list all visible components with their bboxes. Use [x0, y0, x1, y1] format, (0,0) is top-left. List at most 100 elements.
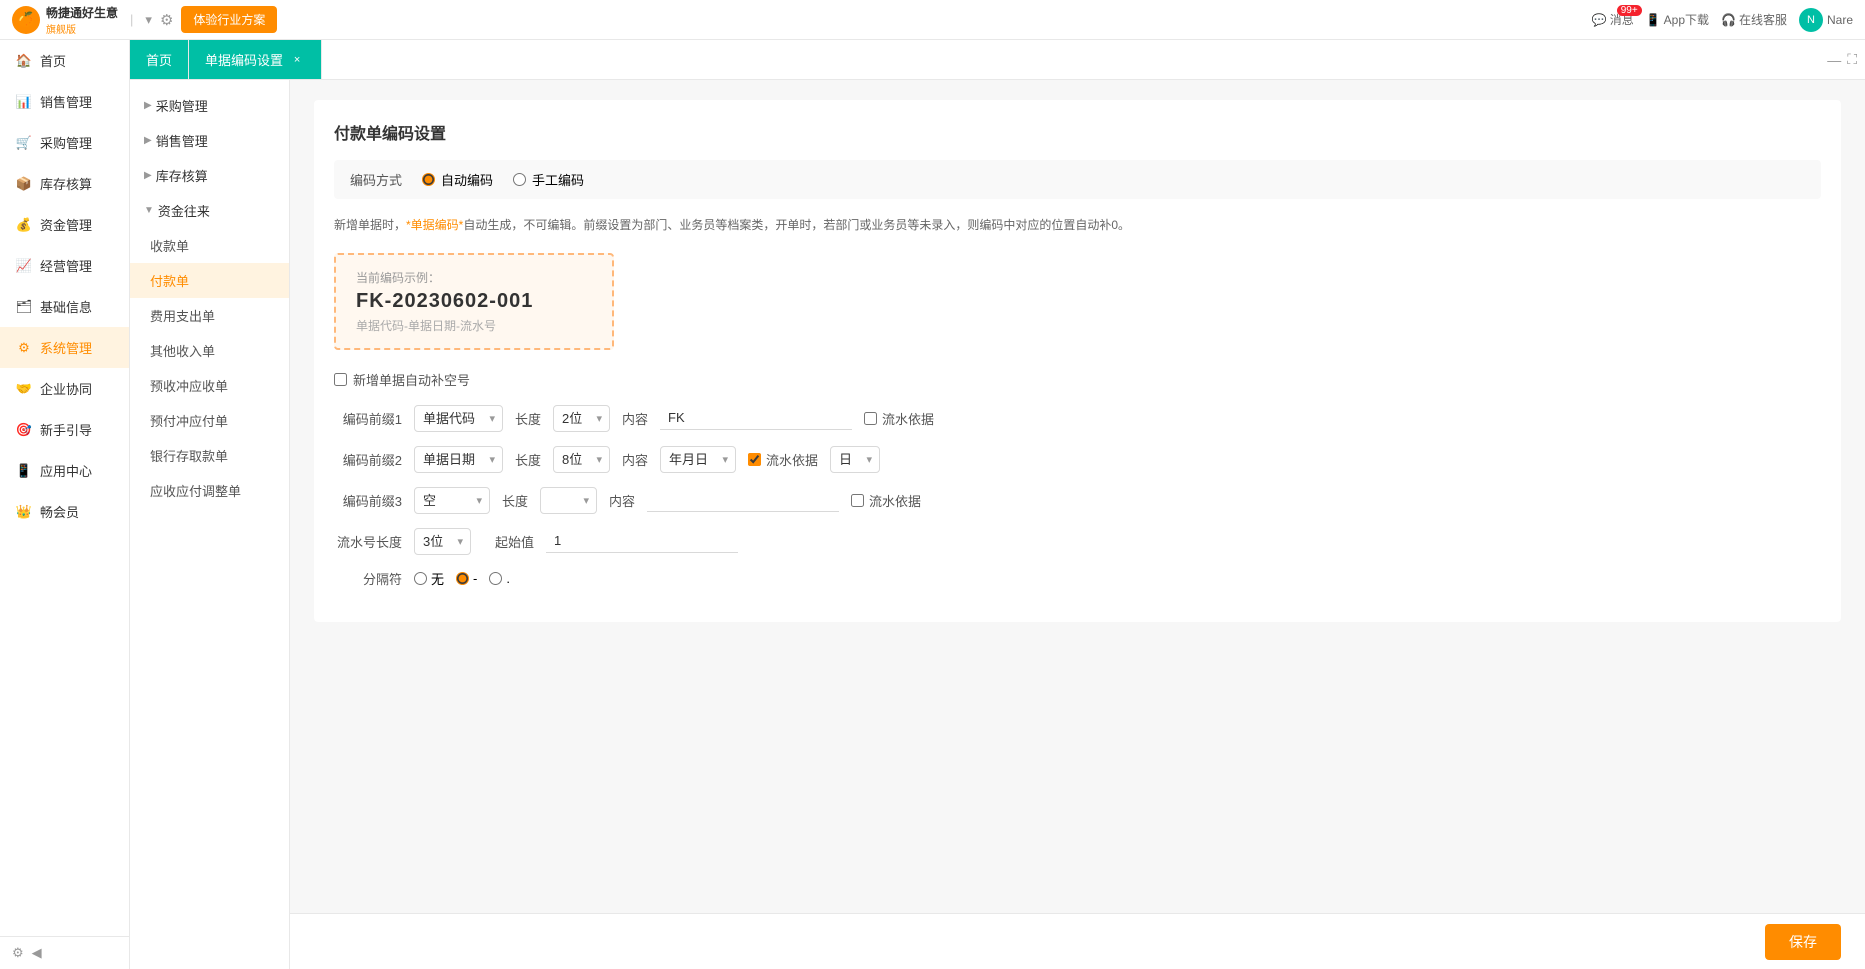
breadcrumb-arrow[interactable]: ▾: [145, 12, 152, 28]
tab-maximize-icon[interactable]: ⛶: [1847, 51, 1857, 68]
length3-select[interactable]: 2位 4位: [540, 487, 597, 514]
bottom-bar: 保存: [290, 913, 1865, 969]
content3-input[interactable]: [647, 488, 839, 512]
sub-item-adjustment[interactable]: 应收应付调整单: [130, 473, 289, 508]
auto-encode-radio[interactable]: 自动编码: [422, 170, 493, 189]
manual-encode-radio[interactable]: 手工编码: [513, 170, 584, 189]
serial1-checkbox-input[interactable]: [864, 412, 877, 425]
serial2-unit-select-input[interactable]: 日 月 年: [830, 446, 880, 473]
auto-fill-checkbox[interactable]: [334, 373, 347, 386]
tab-minimize-icon[interactable]: —: [1827, 52, 1841, 68]
sub-item-payment[interactable]: 付款单: [130, 263, 289, 298]
sidebar-item-member[interactable]: 👑 畅会员: [0, 491, 129, 532]
prefix2-select[interactable]: 单据日期 部门 业务员: [414, 446, 503, 473]
sidebar-label-cooperation: 企业协同: [40, 379, 92, 398]
tab-close-icon[interactable]: ×: [289, 52, 305, 68]
sub-menu-capital[interactable]: ▼ 资金往来: [130, 193, 289, 228]
sub-item-prepay-recv[interactable]: 预收冲应收单: [130, 368, 289, 403]
basic-icon: 🗂: [16, 299, 32, 315]
settings-icon[interactable]: ⚙: [160, 11, 173, 29]
sep-none-radio[interactable]: 无: [414, 569, 444, 588]
left-sidebar: 🏠 首页 📊 销售管理 🛒 采购管理 📦 库存核算 💰 资金管理 📈 经营管理 …: [0, 40, 130, 969]
tab-home-label: 首页: [146, 50, 172, 69]
content2-select[interactable]: 年月日 年月 年: [660, 446, 736, 473]
tab-code-settings[interactable]: 单据编码设置 ×: [189, 40, 322, 79]
sidebar-item-guide[interactable]: 🎯 新手引导: [0, 409, 129, 450]
sidebar-item-operations[interactable]: 📈 经营管理: [0, 245, 129, 286]
length2-select-input[interactable]: 8位 4位 6位: [553, 446, 610, 473]
experience-button[interactable]: 体验行业方案: [181, 6, 277, 33]
serial1-checkbox[interactable]: 流水依据: [864, 409, 934, 428]
sidebar-label-home: 首页: [40, 51, 66, 70]
sub-menu-inventory[interactable]: ▶ 库存核算: [130, 158, 289, 193]
content1-label: 内容: [622, 409, 648, 428]
sub-menu-sales[interactable]: ▶ 销售管理: [130, 123, 289, 158]
length1-select-input[interactable]: 2位 3位 4位: [553, 405, 610, 432]
sidebar-bottom: ⚙ ◀: [0, 936, 129, 969]
sub-item-expense[interactable]: 费用支出单: [130, 298, 289, 333]
sales-icon: 📊: [16, 94, 32, 110]
serial-len-select-input[interactable]: 3位 4位 5位: [414, 528, 471, 555]
settings-card: 付款单编码设置 编码方式 自动编码 手工编码: [314, 100, 1841, 622]
length1-select[interactable]: 2位 3位 4位: [553, 405, 610, 432]
sidebar-item-basic[interactable]: 🗂 基础信息: [0, 286, 129, 327]
collapse-icon[interactable]: ◀: [32, 945, 42, 961]
serial2-checkbox-input[interactable]: [748, 453, 761, 466]
app-download[interactable]: 📱 App下载: [1646, 11, 1709, 28]
sidebar-item-sales[interactable]: 📊 销售管理: [0, 81, 129, 122]
sep-dash-radio[interactable]: -: [456, 571, 477, 586]
online-service[interactable]: 🎧 在线客服: [1721, 11, 1787, 28]
sidebar-item-apps[interactable]: 📱 应用中心: [0, 450, 129, 491]
sep-dash-label: -: [473, 571, 477, 586]
serial-len-select[interactable]: 3位 4位 5位: [414, 528, 471, 555]
main-layout: 🏠 首页 📊 销售管理 🛒 采购管理 📦 库存核算 💰 资金管理 📈 经营管理 …: [0, 40, 1865, 969]
sub-group-capital: ▼ 资金往来 收款单 付款单 费用支出单 其他收入单 预收冲应收单 预付冲应付单…: [130, 193, 289, 508]
sidebar-label-guide: 新手引导: [40, 420, 92, 439]
prefix2-select-input[interactable]: 单据日期 部门 业务员: [414, 446, 503, 473]
tab-home[interactable]: 首页: [130, 40, 189, 79]
length3-select-input[interactable]: 2位 4位: [540, 487, 597, 514]
serial2-unit-select[interactable]: 日 月 年: [830, 446, 880, 473]
sub-group-sales: ▶ 销售管理: [130, 123, 289, 158]
message-area[interactable]: 💬 消息 99+: [1592, 11, 1634, 28]
notice-text: 新增单据时，*单据编码*自动生成，不可编辑。前缀设置为部门、业务员等档案类，开单…: [334, 215, 1821, 237]
logo-area: 🍊 畅捷通好生意 旗舰版: [12, 4, 118, 36]
sub-item-bank[interactable]: 银行存取款单: [130, 438, 289, 473]
serial1-label: 流水依据: [882, 409, 934, 428]
sidebar-item-system[interactable]: ⚙ 系统管理: [0, 327, 129, 368]
cooperation-icon: 🤝: [16, 381, 32, 397]
sidebar-item-finance[interactable]: 💰 资金管理: [0, 204, 129, 245]
finance-icon: 💰: [16, 217, 32, 233]
user-avatar[interactable]: N Nare: [1799, 8, 1853, 32]
sidebar-label-sales: 销售管理: [40, 92, 92, 111]
content-area: 首页 单据编码设置 × — ⛶ ▶ 采购管理: [130, 40, 1865, 969]
sep-dot-radio[interactable]: .: [489, 571, 510, 586]
prefix1-select-input[interactable]: 单据代码 部门 业务员: [414, 405, 503, 432]
sidebar-item-purchase[interactable]: 🛒 采购管理: [0, 122, 129, 163]
length1-label: 长度: [515, 409, 541, 428]
length2-select[interactable]: 8位 4位 6位: [553, 446, 610, 473]
separator-label: 分隔符: [334, 569, 402, 588]
content2-select-input[interactable]: 年月日 年月 年: [660, 446, 736, 473]
sub-item-receipt[interactable]: 收款单: [130, 228, 289, 263]
prefix3-select-input[interactable]: 空 部门 业务员: [414, 487, 490, 514]
chevron-down-icon: ▼: [144, 205, 154, 216]
sub-item-prepay-payable[interactable]: 预付冲应付单: [130, 403, 289, 438]
guide-icon: 🎯: [16, 422, 32, 438]
serial2-checkbox[interactable]: 流水依据: [748, 450, 818, 469]
settings-gear-icon[interactable]: ⚙: [12, 945, 24, 961]
sub-item-other-income[interactable]: 其他收入单: [130, 333, 289, 368]
sidebar-label-finance: 资金管理: [40, 215, 92, 234]
prefix1-select[interactable]: 单据代码 部门 业务员: [414, 405, 503, 432]
serial3-checkbox-input[interactable]: [851, 494, 864, 507]
sidebar-item-home[interactable]: 🏠 首页: [0, 40, 129, 81]
main-content: 付款单编码设置 编码方式 自动编码 手工编码: [290, 80, 1865, 913]
start-val-input[interactable]: [546, 529, 738, 553]
sidebar-item-cooperation[interactable]: 🤝 企业协同: [0, 368, 129, 409]
content1-input[interactable]: [660, 406, 852, 430]
save-button[interactable]: 保存: [1765, 924, 1841, 960]
serial3-checkbox[interactable]: 流水依据: [851, 491, 921, 510]
prefix3-select[interactable]: 空 部门 业务员: [414, 487, 490, 514]
sidebar-item-inventory[interactable]: 📦 库存核算: [0, 163, 129, 204]
sub-menu-purchase[interactable]: ▶ 采购管理: [130, 88, 289, 123]
